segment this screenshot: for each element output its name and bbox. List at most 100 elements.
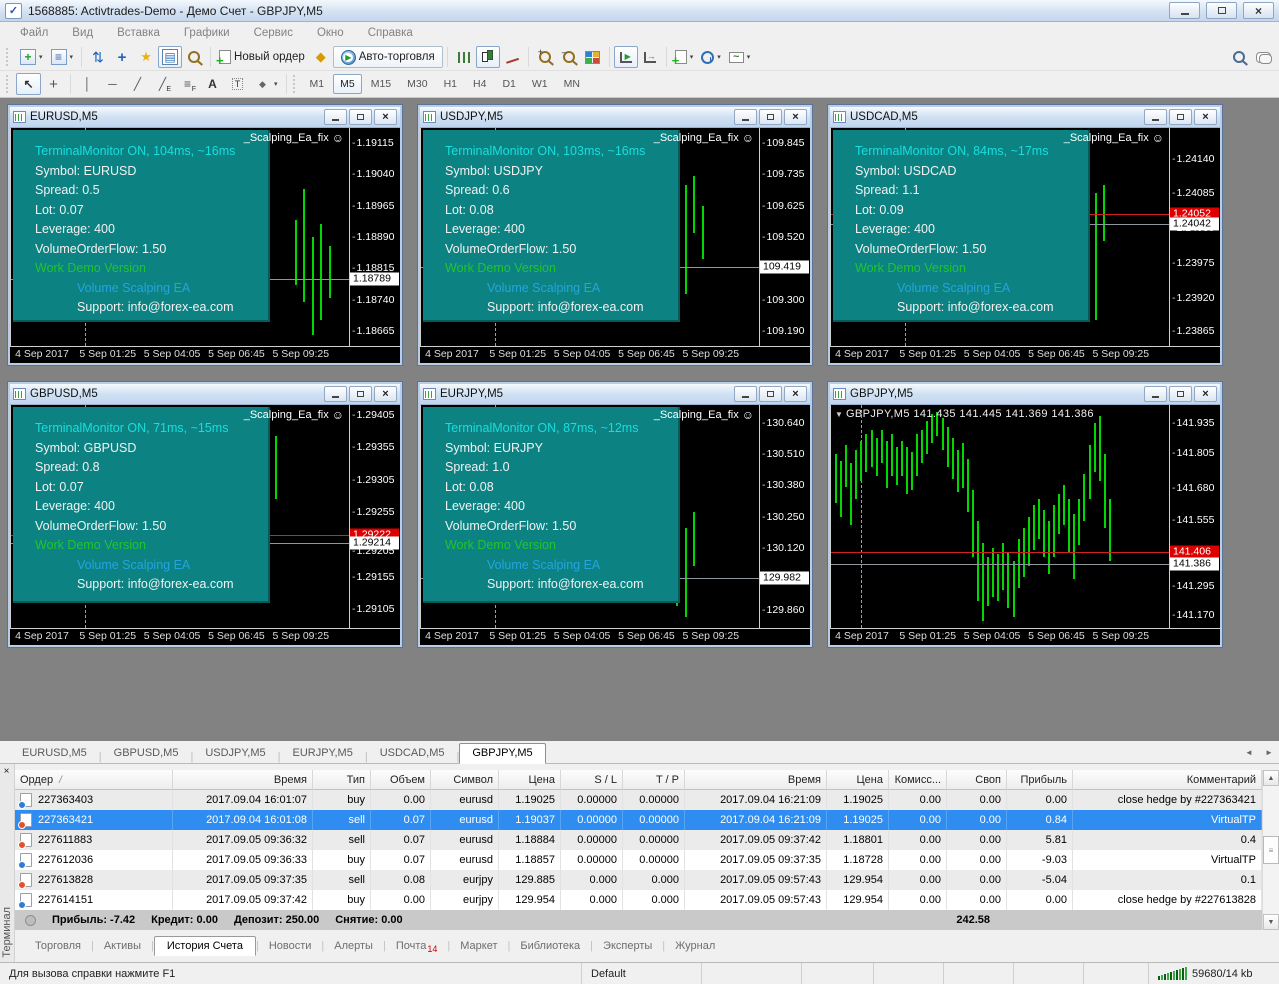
metaeditor-button[interactable] <box>309 46 333 68</box>
toolbar-grip[interactable] <box>292 75 298 93</box>
chart-minimize-button[interactable] <box>324 109 347 125</box>
new-order-button[interactable]: Новый ордер <box>215 46 309 68</box>
navigator-button[interactable] <box>134 46 158 68</box>
scroll-up-icon[interactable] <box>1263 770 1279 786</box>
menu-item-4[interactable]: Сервис <box>242 27 305 39</box>
column-header-12[interactable]: Прибыль <box>1007 770 1073 790</box>
column-header-4[interactable]: Символ <box>431 770 499 790</box>
timeframe-h1-button[interactable]: H1 <box>437 74 464 94</box>
chart-close-button[interactable] <box>784 109 807 125</box>
auto-trading-button[interactable]: Авто-торговля <box>332 46 443 68</box>
trendline-button[interactable] <box>125 73 150 95</box>
timeframe-w1-button[interactable]: W1 <box>525 74 555 94</box>
arrows-button[interactable] <box>250 73 282 95</box>
scroll-tabs-left-button[interactable] <box>1241 744 1257 760</box>
line-chart-button[interactable] <box>500 46 524 68</box>
chart-restore-button[interactable] <box>349 386 372 402</box>
text-label-button[interactable] <box>225 73 250 95</box>
column-header-1[interactable]: Время <box>173 770 313 790</box>
new-chart-button[interactable] <box>16 46 47 68</box>
timeframe-d1-button[interactable]: D1 <box>495 74 522 94</box>
chart-close-button[interactable] <box>1194 386 1217 402</box>
tile-windows-button[interactable] <box>581 46 605 68</box>
profiles-button[interactable] <box>47 46 78 68</box>
table-scrollbar[interactable] <box>1262 770 1279 930</box>
chart-restore-button[interactable] <box>349 109 372 125</box>
timeframe-m15-button[interactable]: M15 <box>364 74 398 94</box>
column-header-7[interactable]: T / P <box>623 770 685 790</box>
templates-button[interactable] <box>725 46 755 68</box>
timeframe-m30-button[interactable]: M30 <box>400 74 434 94</box>
chart-plot-area[interactable]: TerminalMonitor ON, 84ms, ~17ms Symbol: U… <box>830 128 1169 346</box>
vertical-line-button[interactable] <box>75 73 100 95</box>
history-row[interactable]: 227612036 2017.09.05 09:36:33 buy 0.07 eurus… <box>15 850 1262 870</box>
column-header-5[interactable]: Цена <box>499 770 561 790</box>
toolbar-grip[interactable] <box>6 48 11 66</box>
timeframe-mn-button[interactable]: MN <box>557 74 587 94</box>
chart-window-titlebar[interactable]: GBPJPY,M5 <box>830 384 1220 405</box>
history-row[interactable]: 227613828 2017.09.05 09:37:35 sell 0.08 eurj… <box>15 870 1262 890</box>
data-window-button[interactable] <box>110 46 134 68</box>
chart-tab-eurusd[interactable]: EURUSD,M5 <box>10 744 99 763</box>
chart-window-titlebar[interactable]: GBPUSD,M5 <box>10 384 400 405</box>
terminal-close-icon[interactable] <box>1 766 12 777</box>
menu-item-0[interactable]: Файл <box>8 27 60 39</box>
chart-tab-usdjpy[interactable]: USDJPY,M5 <box>193 744 277 763</box>
chart-restore-button[interactable] <box>1169 109 1192 125</box>
terminal-tab-7[interactable]: Библиотека <box>510 937 590 955</box>
zoom-in-button[interactable] <box>533 46 557 68</box>
chart-minimize-button[interactable] <box>734 386 757 402</box>
history-row[interactable]: 227611883 2017.09.05 09:36:32 sell 0.07 euru… <box>15 830 1262 850</box>
history-row[interactable]: 227363403 2017.09.04 16:01:07 buy 0.00 eurus… <box>15 790 1262 810</box>
chart-close-button[interactable] <box>784 386 807 402</box>
chart-plot-area[interactable]: TerminalMonitor ON, 103ms, ~16ms Symbol: … <box>420 128 759 346</box>
scroll-tabs-right-button[interactable] <box>1261 744 1277 760</box>
chart-tab-usdcad[interactable]: USDCAD,M5 <box>368 744 457 763</box>
column-header-6[interactable]: S / L <box>561 770 623 790</box>
chart-plot-area[interactable]: TerminalMonitor ON, 71ms, ~15ms Symbol: G… <box>10 405 349 628</box>
history-row[interactable]: 227363421 2017.09.04 16:01:08 sell 0.07 euru… <box>15 810 1262 830</box>
menu-item-5[interactable]: Окно <box>305 27 356 39</box>
terminal-button[interactable] <box>158 46 183 68</box>
chart-close-button[interactable] <box>374 109 397 125</box>
terminal-tab-1[interactable]: Активы <box>94 937 151 955</box>
zoom-out-button[interactable] <box>557 46 581 68</box>
column-header-13[interactable]: Комментарий <box>1073 770 1262 790</box>
chart-window-titlebar[interactable]: EURJPY,M5 <box>420 384 810 405</box>
column-header-2[interactable]: Тип <box>313 770 371 790</box>
toolbar-grip[interactable] <box>6 75 11 93</box>
window-restore-button[interactable] <box>1206 2 1237 19</box>
timeframe-h4-button[interactable]: H4 <box>466 74 493 94</box>
terminal-tab-6[interactable]: Маркет <box>450 937 507 955</box>
menu-item-6[interactable]: Справка <box>356 27 425 39</box>
status-profile-cell[interactable]: Default <box>582 963 702 984</box>
menu-item-1[interactable]: Вид <box>60 27 105 39</box>
chart-plot-area[interactable]: TerminalMonitor ON, 87ms, ~12ms Symbol: E… <box>420 405 759 628</box>
scrollbar-thumb[interactable] <box>1263 836 1279 864</box>
chart-window-titlebar[interactable]: EURUSD,M5 <box>10 107 400 128</box>
history-row[interactable]: 227614151 2017.09.05 09:37:42 buy 0.00 eurjp… <box>15 890 1262 910</box>
chart-window-titlebar[interactable]: USDJPY,M5 <box>420 107 810 128</box>
terminal-tab-3[interactable]: Новости <box>259 937 322 955</box>
chart-tab-gbpusd[interactable]: GBPUSD,M5 <box>102 744 191 763</box>
indicators-button[interactable] <box>671 46 698 68</box>
chart-tab-eurjpy[interactable]: EURJPY,M5 <box>281 744 365 763</box>
terminal-tab-8[interactable]: Эксперты <box>593 937 662 955</box>
periods-button[interactable] <box>697 46 725 68</box>
auto-scroll-button[interactable] <box>613 46 638 68</box>
terminal-tab-5[interactable]: Почта14 <box>386 937 448 955</box>
chart-plot-area[interactable]: GBPJPY,M5 141.435 141.445 141.369 141.38… <box>830 405 1169 628</box>
menu-item-3[interactable]: Графики <box>172 27 242 39</box>
chart-restore-button[interactable] <box>759 386 782 402</box>
horizontal-line-button[interactable] <box>100 73 125 95</box>
chart-plot-area[interactable]: TerminalMonitor ON, 104ms, ~16ms Symbol: … <box>10 128 349 346</box>
terminal-tab-0[interactable]: Торговля <box>25 937 91 955</box>
column-header-3[interactable]: Объем <box>371 770 431 790</box>
search-button[interactable] <box>1227 46 1251 68</box>
terminal-tab-9[interactable]: Журнал <box>665 937 725 955</box>
bar-chart-button[interactable] <box>452 46 476 68</box>
chart-close-button[interactable] <box>1194 109 1217 125</box>
chart-tab-gbpjpy[interactable]: GBPJPY,M5 <box>459 743 546 764</box>
timeframe-m1-button[interactable]: M1 <box>303 74 332 94</box>
chart-restore-button[interactable] <box>1169 386 1192 402</box>
